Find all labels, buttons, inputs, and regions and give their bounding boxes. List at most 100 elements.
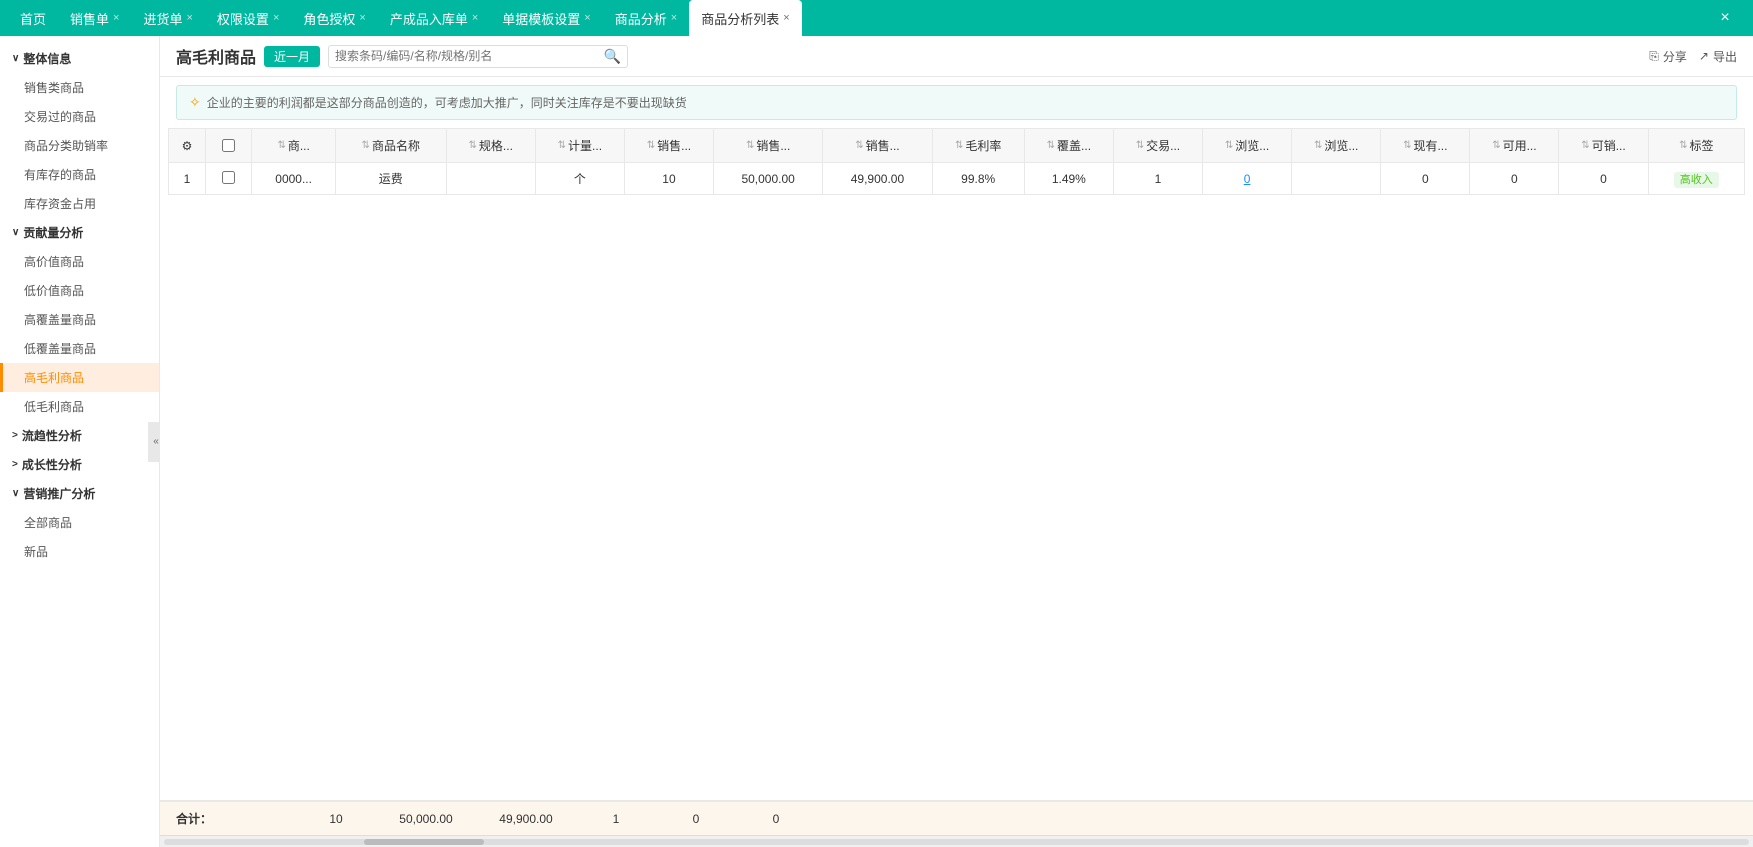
nav-tab-0[interactable]: 首页 <box>8 0 58 36</box>
settings-icon[interactable]: ⚙ <box>182 139 193 153</box>
nav-tab-4[interactable]: 角色授权 × <box>291 0 377 36</box>
nav-tab-8[interactable]: 商品分析列表 × <box>689 0 801 36</box>
sidebar-item-0-4[interactable]: 库存资金占用 <box>0 189 159 218</box>
select-all-checkbox[interactable] <box>222 139 235 152</box>
sidebar-collapse-button[interactable]: « <box>148 422 160 462</box>
sort-icon-sales_cost: ⇅ <box>855 140 863 151</box>
link-view1-0[interactable]: 0 <box>1244 172 1251 186</box>
footer-sales-amount: 50,000.00 <box>376 812 476 826</box>
sort-icon-coverage: ⇅ <box>1047 140 1055 151</box>
export-button[interactable]: ↗ 导出 <box>1699 48 1737 65</box>
nav-tab-7[interactable]: 商品分析 × <box>603 0 689 36</box>
col-header-trade[interactable]: ⇅交易... <box>1113 129 1202 163</box>
nav-tab-1[interactable]: 销售单 × <box>58 0 131 36</box>
col-header-sellable[interactable]: ⇅可销... <box>1559 129 1648 163</box>
col-header-coverage[interactable]: ⇅覆盖... <box>1024 129 1113 163</box>
sidebar-item-0-3[interactable]: 有库存的商品 <box>0 160 159 189</box>
col-header-code[interactable]: ⇅商... <box>252 129 335 163</box>
col-header-view2[interactable]: ⇅浏览... <box>1292 129 1381 163</box>
footer-trade: 1 <box>576 812 656 826</box>
sidebar-item-4-1[interactable]: 新品 <box>0 537 159 566</box>
sidebar: ∨整体信息销售类商品交易过的商品商品分类助销率有库存的商品库存资金占用∨贡献量分… <box>0 36 160 847</box>
cell-available-0: 0 <box>1470 163 1559 195</box>
table-container[interactable]: ⚙⇅商...⇅商品名称⇅规格...⇅计量...⇅销售...⇅销售...⇅销售..… <box>160 128 1753 800</box>
nav-tab-close-2[interactable]: × <box>186 12 192 24</box>
sidebar-group-0[interactable]: ∨整体信息 <box>0 44 159 73</box>
sidebar-item-1-3[interactable]: 低覆盖量商品 <box>0 334 159 363</box>
col-label-trade: 交易... <box>1146 137 1180 154</box>
cell-coverage-0: 1.49% <box>1024 163 1113 195</box>
nav-tab-close-6[interactable]: × <box>584 12 590 24</box>
sort-icon-spec: ⇅ <box>469 140 477 151</box>
window-close-button[interactable]: × <box>1705 0 1745 36</box>
cell-view2-0 <box>1292 163 1381 195</box>
col-header-checkbox[interactable] <box>205 129 252 163</box>
col-header-unit[interactable]: ⇅计量... <box>535 129 624 163</box>
col-header-view1[interactable]: ⇅浏览... <box>1203 129 1292 163</box>
sidebar-item-0-2[interactable]: 商品分类助销率 <box>0 131 159 160</box>
sidebar-group-4[interactable]: ∨营销推广分析 <box>0 479 159 508</box>
content-header: 高毛利商品 近一月 🔍 ⎘ 分享 ↗ 导出 <box>160 36 1753 77</box>
time-filter-button[interactable]: 近一月 <box>264 46 320 67</box>
col-header-sales_qty[interactable]: ⇅销售... <box>624 129 713 163</box>
info-banner-text: 企业的主要的利润都是这部分商品创造的，可考虑加大推广，同时关注库存是不要出现缺货 <box>207 94 687 111</box>
sort-icon-unit: ⇅ <box>558 140 566 151</box>
nav-tab-close-7[interactable]: × <box>671 12 677 24</box>
col-header-tag[interactable]: ⇅标签 <box>1648 129 1744 163</box>
col-header-current_stock[interactable]: ⇅现有... <box>1381 129 1470 163</box>
table-footer: 合计： 10 50,000.00 49,900.00 1 0 0 <box>160 800 1753 835</box>
col-header-sales_amount[interactable]: ⇅销售... <box>714 129 823 163</box>
cell-code-0: 0000... <box>252 163 335 195</box>
nav-tab-close-5[interactable]: × <box>472 12 478 24</box>
sidebar-group-2[interactable]: >流趋性分析 <box>0 421 159 450</box>
row-checkbox-0[interactable] <box>222 171 235 184</box>
col-header-name[interactable]: ⇅商品名称 <box>335 129 446 163</box>
nav-tab-2[interactable]: 进货单 × <box>131 0 204 36</box>
horizontal-scrollbar[interactable] <box>160 835 1753 847</box>
col-header-settings[interactable]: ⚙ <box>169 129 206 163</box>
cell-trade-0: 1 <box>1113 163 1202 195</box>
col-header-available[interactable]: ⇅可用... <box>1470 129 1559 163</box>
sidebar-group-arrow-2: > <box>12 430 18 441</box>
nav-tab-close-4[interactable]: × <box>359 12 365 24</box>
cell-sales_amount-0: 50,000.00 <box>714 163 823 195</box>
sidebar-item-0-1[interactable]: 交易过的商品 <box>0 102 159 131</box>
sidebar-item-4-0[interactable]: 全部商品 <box>0 508 159 537</box>
sidebar-group-3[interactable]: >成长性分析 <box>0 450 159 479</box>
col-header-spec[interactable]: ⇅规格... <box>446 129 535 163</box>
nav-tab-5[interactable]: 产成品入库单 × <box>378 0 490 36</box>
sidebar-item-1-0[interactable]: 高价值商品 <box>0 247 159 276</box>
sidebar-group-1[interactable]: ∨贡献量分析 <box>0 218 159 247</box>
cell-current_stock-0: 0 <box>1381 163 1470 195</box>
cell-gross_margin-0: 99.8% <box>932 163 1024 195</box>
sort-icon-view2: ⇅ <box>1314 140 1322 151</box>
sort-icon-tag: ⇅ <box>1679 140 1687 151</box>
nav-tab-3[interactable]: 权限设置 × <box>205 0 291 36</box>
sidebar-item-1-2[interactable]: 高覆盖量商品 <box>0 305 159 334</box>
nav-tab-close-1[interactable]: × <box>113 12 119 24</box>
footer-label: 合计： <box>176 810 296 827</box>
search-icon[interactable]: 🔍 <box>604 48 621 65</box>
sidebar-item-1-4[interactable]: 高毛利商品 <box>0 363 159 392</box>
search-box: 🔍 <box>328 45 628 68</box>
share-icon: ⎘ <box>1649 49 1659 64</box>
sidebar-item-0-0[interactable]: 销售类商品 <box>0 73 159 102</box>
nav-tab-close-8[interactable]: × <box>783 12 789 24</box>
cell-view1-0: 0 <box>1203 163 1292 195</box>
col-header-gross_margin[interactable]: ⇅毛利率 <box>932 129 1024 163</box>
nav-tab-close-3[interactable]: × <box>273 12 279 24</box>
sidebar-item-1-5[interactable]: 低毛利商品 <box>0 392 159 421</box>
cell-sales_cost-0: 49,900.00 <box>823 163 932 195</box>
sidebar-item-1-1[interactable]: 低价值商品 <box>0 276 159 305</box>
sort-icon-view1: ⇅ <box>1225 140 1233 151</box>
col-label-sales_cost: 销售... <box>866 137 900 154</box>
col-label-code: 商... <box>288 137 310 154</box>
nav-tab-6[interactable]: 单据模板设置 × <box>490 0 602 36</box>
footer-sales-qty: 10 <box>296 812 376 826</box>
col-label-sales_amount: 销售... <box>756 137 790 154</box>
scrollbar-thumb[interactable] <box>364 839 484 845</box>
col-header-sales_cost[interactable]: ⇅销售... <box>823 129 932 163</box>
search-input[interactable] <box>335 49 604 63</box>
share-button[interactable]: ⎘ 分享 <box>1649 48 1687 65</box>
sidebar-group-arrow-0: ∨ <box>12 53 19 64</box>
